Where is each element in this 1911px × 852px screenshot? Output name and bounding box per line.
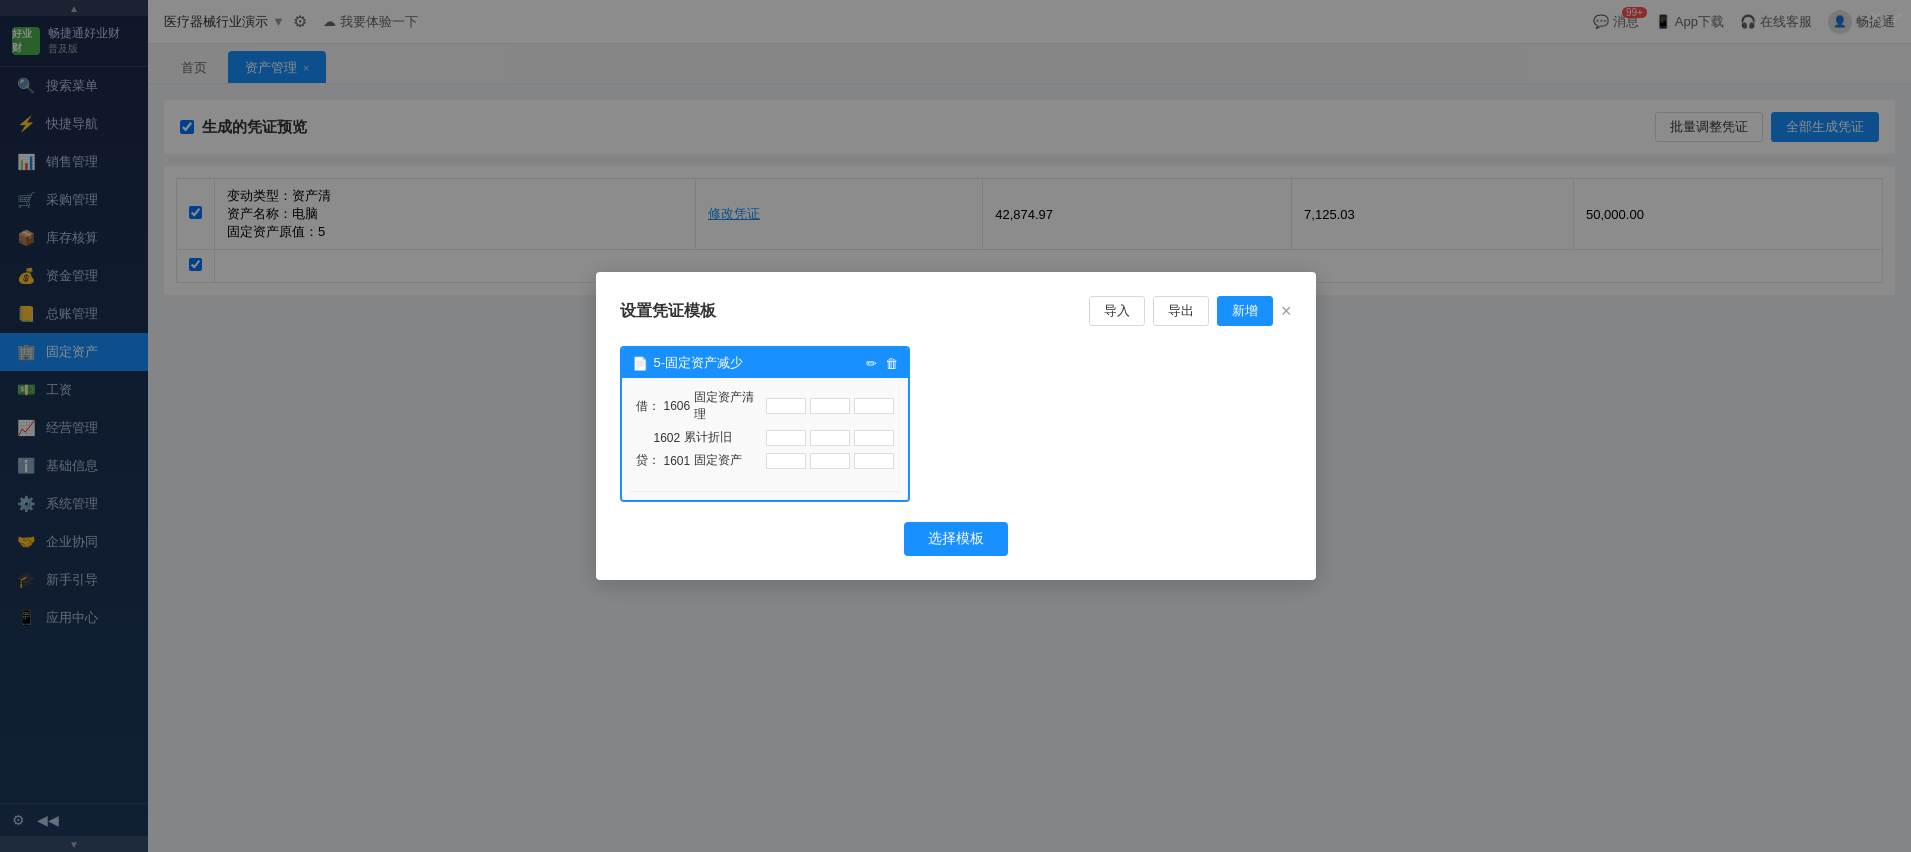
credit-cells-1 [766, 453, 894, 469]
window-maximize-btn[interactable]: ⤢ [1890, 8, 1903, 27]
voucher-template-modal: 设置凭证模板 导入 导出 新增 × 📄 5-固定资产减少 ✏ 🗑 [596, 272, 1316, 580]
template-doc-icon: 📄 [632, 356, 648, 371]
template-debit-row-2: 1602 累计折旧 [630, 426, 900, 449]
debit-name-2: 累计折旧 [684, 429, 732, 446]
modal-actions: 导入 导出 新增 [1089, 296, 1273, 326]
credit-cell-1a [766, 453, 806, 469]
credit-cell-1b [810, 453, 850, 469]
modal-close-btn[interactable]: × [1281, 301, 1292, 322]
template-credit-row-1: 贷： 1601 固定资产 [630, 449, 900, 472]
template-debit-row-1: 借： 1606 固定资产清理 [630, 386, 900, 426]
overlay-window-controls: ✕ ⤢ [1869, 8, 1903, 27]
debit-cells-1 [766, 398, 894, 414]
credit-name-1: 固定资产 [694, 452, 742, 469]
debit-cell-1c [854, 398, 894, 414]
modal-header: 设置凭证模板 导入 导出 新增 × [620, 296, 1292, 326]
modal-title: 设置凭证模板 [620, 301, 716, 322]
template-card-actions: ✏ 🗑 [866, 356, 898, 371]
credit-code-1: 1601 [664, 454, 691, 468]
credit-label-1: 贷： [636, 452, 660, 469]
import-btn[interactable]: 导入 [1089, 296, 1145, 326]
debit-code-2: 1602 [654, 431, 681, 445]
template-card: 📄 5-固定资产减少 ✏ 🗑 借： 1606 固定资产清理 [620, 346, 910, 502]
modal-overlay: 设置凭证模板 导入 导出 新增 × 📄 5-固定资产减少 ✏ 🗑 [0, 0, 1911, 852]
debit-label-1: 借： [636, 398, 660, 415]
template-card-body: 借： 1606 固定资产清理 1602 累计折旧 [622, 378, 908, 500]
debit-name-1: 固定资产清理 [694, 389, 761, 423]
template-empty-row [630, 472, 900, 492]
new-btn[interactable]: 新增 [1217, 296, 1273, 326]
select-template-btn[interactable]: 选择模板 [904, 522, 1008, 556]
debit-cell-1b [810, 398, 850, 414]
template-card-title: 📄 5-固定资产减少 [632, 354, 744, 372]
template-card-header: 📄 5-固定资产减少 ✏ 🗑 [622, 348, 908, 378]
debit-cell-2c [854, 430, 894, 446]
debit-code-1: 1606 [664, 399, 691, 413]
window-close-btn[interactable]: ✕ [1869, 8, 1882, 27]
debit-cell-2a [766, 430, 806, 446]
credit-cell-1c [854, 453, 894, 469]
debit-cells-2 [766, 430, 894, 446]
template-delete-btn[interactable]: 🗑 [885, 356, 898, 371]
debit-cell-1a [766, 398, 806, 414]
debit-cell-2b [810, 430, 850, 446]
template-edit-btn[interactable]: ✏ [866, 356, 877, 371]
export-btn[interactable]: 导出 [1153, 296, 1209, 326]
